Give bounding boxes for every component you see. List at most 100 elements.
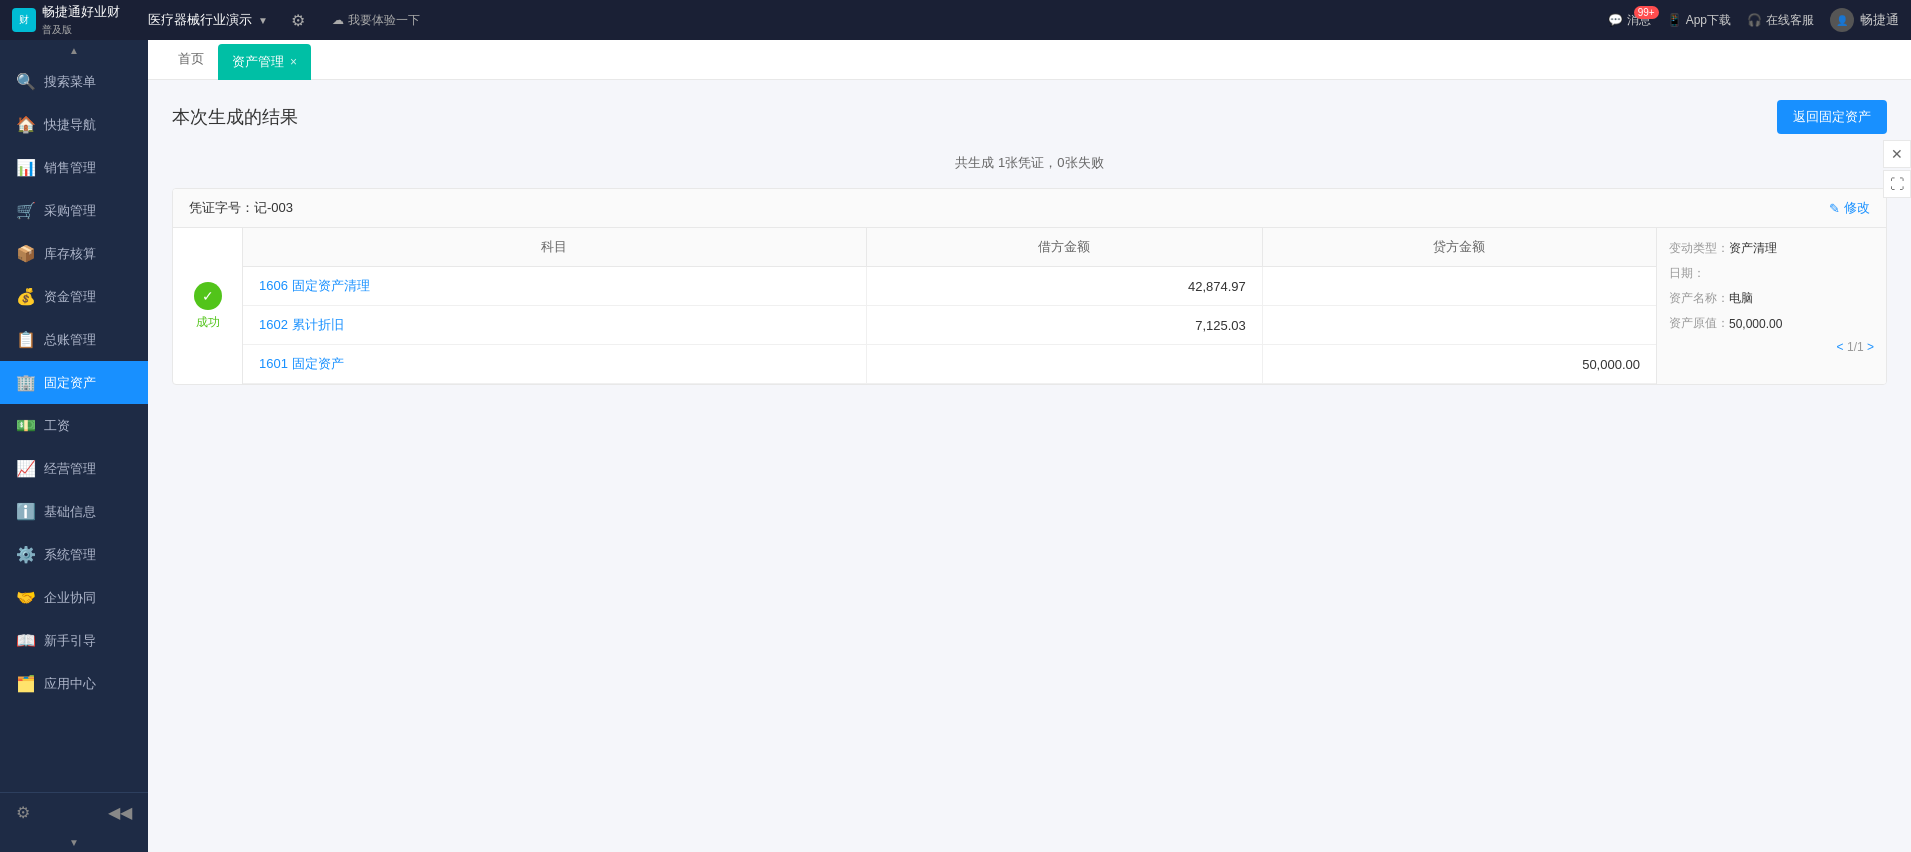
table-row: 1606 固定资产清理 42,874.97 — [243, 267, 1656, 306]
quick-nav-icon: 🏠 — [16, 115, 36, 134]
voucher-body: ✓ 成功 科目 借方金额 贷方金额 — [173, 228, 1886, 384]
credit-cell: 50,000.00 — [1262, 345, 1656, 384]
asset-value-row: 资产原值： 50,000.00 — [1669, 315, 1874, 332]
voucher-number: 凭证字号：记-003 — [189, 199, 293, 217]
voucher-table: 科目 借方金额 贷方金额 1606 固定资产清理 42,874.97 1602 … — [243, 228, 1656, 384]
subject-cell: 1606 固定资产清理 — [243, 267, 866, 306]
sidebar-item-fixed-assets[interactable]: 🏢 固定资产 — [0, 361, 148, 404]
status-column: ✓ 成功 — [173, 228, 243, 384]
sidebar-item-label-quick-nav: 快捷导航 — [44, 116, 96, 134]
app-download-action[interactable]: 📱 App下载 — [1667, 12, 1731, 29]
sidebar-item-search[interactable]: 🔍 搜索菜单 — [0, 60, 148, 103]
summary-line: 共生成 1张凭证，0张失败 — [172, 154, 1887, 172]
search-icon: 🔍 — [16, 72, 36, 91]
edition-badge: 普及版 — [42, 23, 120, 37]
company-name: 医疗器械行业演示 — [148, 11, 252, 29]
username: 畅捷通 — [1860, 11, 1899, 29]
experience-button[interactable]: ☁ 我要体验一下 — [332, 12, 420, 29]
sidebar-settings-icon[interactable]: ⚙ — [16, 803, 30, 822]
change-type-label: 变动类型： — [1669, 240, 1729, 257]
asset-name-row: 资产名称： 电脑 — [1669, 290, 1874, 307]
header-right: 💬 消息 99+ 📱 App下载 🎧 在线客服 👤 畅捷通 — [1608, 8, 1899, 32]
voucher-header: 凭证字号：记-003 ✎ 修改 — [173, 189, 1886, 228]
side-info-panel: 变动类型： 资产清理 日期： 资产名称： 电脑 资产原值： — [1656, 228, 1886, 384]
company-selector[interactable]: 医疗器械行业演示 ▼ — [148, 11, 268, 29]
guide-icon: 📖 — [16, 631, 36, 650]
sidebar-item-label-basic-info: 基础信息 — [44, 503, 96, 521]
sidebar-item-label-app-center: 应用中心 — [44, 675, 96, 693]
sidebar-item-quick-nav[interactable]: 🏠 快捷导航 — [0, 103, 148, 146]
asset-name-label: 资产名称： — [1669, 290, 1729, 307]
col-credit: 贷方金额 — [1262, 228, 1656, 267]
return-fixed-assets-button[interactable]: 返回固定资产 — [1777, 100, 1887, 134]
sidebar-item-salary[interactable]: 💵 工资 — [0, 404, 148, 447]
inventory-icon: 📦 — [16, 244, 36, 263]
app-download-icon: 📱 — [1667, 13, 1682, 27]
credit-cell — [1262, 306, 1656, 345]
pagination-prev[interactable]: < — [1837, 340, 1844, 354]
col-debit: 借方金额 — [866, 228, 1262, 267]
date-label: 日期： — [1669, 265, 1729, 282]
app-download-label: App下载 — [1686, 12, 1731, 29]
tab-close-icon[interactable]: × — [290, 55, 297, 69]
message-action[interactable]: 💬 消息 99+ — [1608, 12, 1651, 29]
sidebar-item-label-system: 系统管理 — [44, 546, 96, 564]
sidebar-item-enterprise[interactable]: 🤝 企业协同 — [0, 576, 148, 619]
settings-icon[interactable]: ⚙ — [284, 6, 312, 34]
operations-icon: 📈 — [16, 459, 36, 478]
sidebar-item-label-purchase: 采购管理 — [44, 202, 96, 220]
sidebar-item-label-guide: 新手引导 — [44, 632, 96, 650]
sidebar-item-basic-info[interactable]: ℹ️ 基础信息 — [0, 490, 148, 533]
company-dropdown-arrow: ▼ — [258, 15, 268, 26]
panel-close-button[interactable]: ✕ — [1883, 140, 1911, 168]
panel-expand-button[interactable]: ⛶ — [1883, 170, 1911, 198]
online-service-action[interactable]: 🎧 在线客服 — [1747, 12, 1814, 29]
sidebar-item-label-enterprise: 企业协同 — [44, 589, 96, 607]
subject-cell: 1601 固定资产 — [243, 345, 866, 384]
sidebar-scroll-down[interactable]: ▼ — [0, 832, 148, 852]
pagination-next[interactable]: > — [1867, 340, 1874, 354]
online-service-label: 在线客服 — [1766, 12, 1814, 29]
subject-link[interactable]: 1602 累计折旧 — [259, 317, 344, 332]
sidebar-item-fund[interactable]: 💰 资金管理 — [0, 275, 148, 318]
sidebar-item-label-sales: 销售管理 — [44, 159, 96, 177]
debit-cell: 42,874.97 — [866, 267, 1262, 306]
sidebar-item-label-ledger: 总账管理 — [44, 331, 96, 349]
system-icon: ⚙️ — [16, 545, 36, 564]
sidebar-item-sales[interactable]: 📊 销售管理 — [0, 146, 148, 189]
asset-name-value: 电脑 — [1729, 290, 1753, 307]
page-header: 本次生成的结果 返回固定资产 — [172, 100, 1887, 134]
sidebar: ▲ 🔍 搜索菜单 🏠 快捷导航 📊 销售管理 🛒 采购管理 📦 库存核算 💰 资… — [0, 40, 148, 852]
basic-info-icon: ℹ️ — [16, 502, 36, 521]
sidebar-item-inventory[interactable]: 📦 库存核算 — [0, 232, 148, 275]
sidebar-item-ledger[interactable]: 📋 总账管理 — [0, 318, 148, 361]
user-area[interactable]: 👤 畅捷通 — [1830, 8, 1899, 32]
subject-link[interactable]: 1606 固定资产清理 — [259, 278, 370, 293]
change-type-value: 资产清理 — [1729, 240, 1777, 257]
sidebar-item-system[interactable]: ⚙️ 系统管理 — [0, 533, 148, 576]
sidebar-item-operations[interactable]: 📈 经营管理 — [0, 447, 148, 490]
table-row: 1602 累计折旧 7,125.03 — [243, 306, 1656, 345]
sidebar-collapse-icon[interactable]: ◀◀ — [108, 803, 132, 822]
sidebar-item-purchase[interactable]: 🛒 采购管理 — [0, 189, 148, 232]
tab-asset-management[interactable]: 资产管理 × — [218, 44, 311, 80]
change-type-row: 变动类型： 资产清理 — [1669, 240, 1874, 257]
subject-link[interactable]: 1601 固定资产 — [259, 356, 344, 371]
sidebar-item-label-search: 搜索菜单 — [44, 73, 96, 91]
tab-home[interactable]: 首页 — [164, 40, 218, 80]
sidebar-item-app-center[interactable]: 🗂️ 应用中心 — [0, 662, 148, 705]
sidebar-item-label-inventory: 库存核算 — [44, 245, 96, 263]
edit-button[interactable]: ✎ 修改 — [1829, 199, 1870, 217]
sidebar-item-label-operations: 经营管理 — [44, 460, 96, 478]
asset-value-value: 50,000.00 — [1729, 317, 1782, 331]
cloud-icon: ☁ — [332, 13, 344, 27]
salary-icon: 💵 — [16, 416, 36, 435]
logo-area: 财 畅捷通好业财 普及版 — [12, 3, 120, 37]
debit-cell: 7,125.03 — [866, 306, 1262, 345]
sidebar-scroll-up[interactable]: ▲ — [0, 40, 148, 60]
purchase-icon: 🛒 — [16, 201, 36, 220]
voucher-card: 凭证字号：记-003 ✎ 修改 ✓ 成功 — [172, 188, 1887, 385]
ledger-icon: 📋 — [16, 330, 36, 349]
sidebar-item-guide[interactable]: 📖 新手引导 — [0, 619, 148, 662]
content-area: 首页 资产管理 × ✕ ⛶ 本次生成的结果 返回固定资产 共生成 1张凭证，0张… — [148, 40, 1911, 852]
